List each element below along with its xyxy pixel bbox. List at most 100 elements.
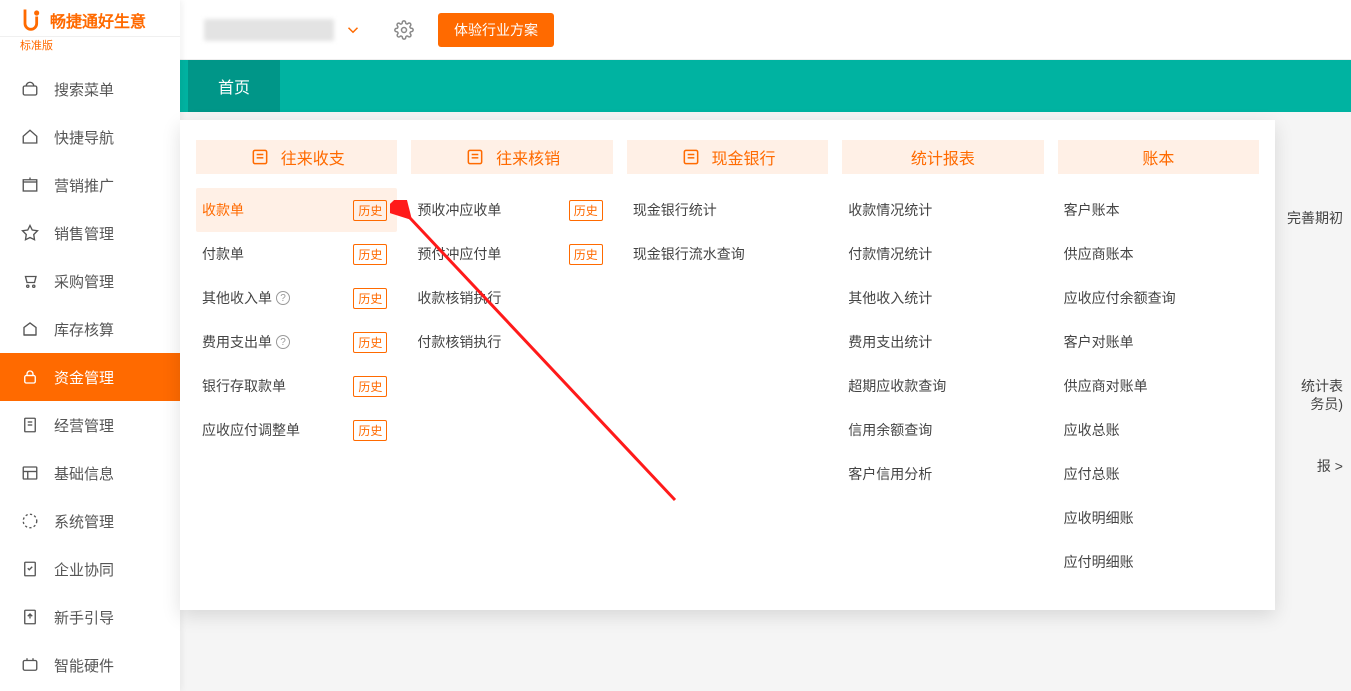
mega-column-header: 现金银行	[627, 140, 828, 174]
mega-menu-item[interactable]: 超期应收款查询	[842, 364, 1043, 408]
mega-menu-item[interactable]: 费用支出统计	[842, 320, 1043, 364]
mega-column-title: 往来核销	[496, 145, 560, 169]
history-tag[interactable]: 历史	[353, 332, 387, 353]
mega-menu-item[interactable]: 应收明细账	[1058, 496, 1259, 540]
sidebar-nav: 搜索菜单快捷导航营销推广销售管理采购管理库存核算资金管理经营管理基础信息系统管理…	[0, 59, 180, 689]
mega-menu-item[interactable]: 客户信用分析	[842, 452, 1043, 496]
mega-column: 现金银行现金银行统计现金银行流水查询	[627, 140, 828, 590]
nav-label: 新手引导	[54, 607, 114, 628]
mega-menu-item[interactable]: 客户账本	[1058, 188, 1259, 232]
mega-menu-item[interactable]: 应收总账	[1058, 408, 1259, 452]
mega-column-title: 现金银行	[712, 145, 776, 169]
nav-icon	[20, 559, 40, 579]
sidebar-item[interactable]: 新手引导	[0, 593, 180, 641]
sidebar-item[interactable]: 营销推广	[0, 161, 180, 209]
mega-item-label: 应收总账	[1064, 420, 1120, 440]
mega-menu-item[interactable]: 供应商账本	[1058, 232, 1259, 276]
mega-menu-item[interactable]: 预付冲应付单历史	[411, 232, 612, 276]
mega-item-label: 超期应收款查询	[848, 376, 946, 396]
mega-menu-item[interactable]: 应收应付余额查询	[1058, 276, 1259, 320]
mega-item-label: 费用支出单?	[202, 332, 290, 352]
mega-menu-item[interactable]: 信用余额查询	[842, 408, 1043, 452]
mega-column: 往来核销预收冲应收单历史预付冲应付单历史收款核销执行付款核销执行	[411, 140, 612, 590]
mega-menu-item[interactable]: 现金银行统计	[627, 188, 828, 232]
mega-column-header: 统计报表	[842, 140, 1043, 174]
sidebar-item[interactable]: 基础信息	[0, 449, 180, 497]
tab-home[interactable]: 首页	[188, 60, 280, 112]
mega-column: 往来收支收款单历史付款单历史其他收入单?历史费用支出单?历史银行存取款单历史应收…	[196, 140, 397, 590]
nav-icon	[20, 319, 40, 339]
mega-item-label: 客户对账单	[1064, 332, 1134, 352]
help-icon[interactable]: ?	[276, 291, 290, 305]
document-icon	[680, 146, 702, 168]
mega-menu-item[interactable]: 应收应付调整单历史	[196, 408, 397, 452]
sidebar-item[interactable]: 智能硬件	[0, 641, 180, 689]
sidebar-item[interactable]: 采购管理	[0, 257, 180, 305]
mega-menu-item[interactable]: 付款情况统计	[842, 232, 1043, 276]
mega-item-label: 付款核销执行	[417, 332, 501, 352]
mega-item-label: 客户信用分析	[848, 464, 932, 484]
mega-item-label: 预收冲应收单	[417, 200, 501, 220]
settings-button[interactable]	[392, 18, 416, 42]
mega-list: 现金银行统计现金银行流水查询	[627, 188, 828, 276]
mega-menu-item[interactable]: 收款情况统计	[842, 188, 1043, 232]
sidebar-item[interactable]: 库存核算	[0, 305, 180, 353]
history-tag[interactable]: 历史	[353, 288, 387, 309]
mega-menu-item[interactable]: 银行存取款单历史	[196, 364, 397, 408]
nav-label: 销售管理	[54, 223, 114, 244]
mega-item-label: 收款情况统计	[848, 200, 932, 220]
sidebar-item[interactable]: 搜索菜单	[0, 65, 180, 113]
nav-icon	[20, 415, 40, 435]
mega-item-label: 客户账本	[1064, 200, 1120, 220]
sidebar-item[interactable]: 企业协同	[0, 545, 180, 593]
sidebar-item[interactable]: 系统管理	[0, 497, 180, 545]
mega-item-label: 其他收入单?	[202, 288, 290, 308]
background-right-snippets: 完善期初 统计表 务员) 报 >	[1271, 118, 1351, 618]
mega-menu-item[interactable]: 客户对账单	[1058, 320, 1259, 364]
history-tag[interactable]: 历史	[569, 244, 603, 265]
mega-menu-item[interactable]: 供应商对账单	[1058, 364, 1259, 408]
mega-item-label: 收款核销执行	[417, 288, 501, 308]
nav-label: 基础信息	[54, 463, 114, 484]
mega-menu-item[interactable]: 收款单历史	[196, 188, 397, 232]
mega-item-label: 供应商对账单	[1064, 376, 1148, 396]
mega-menu-item[interactable]: 其他收入统计	[842, 276, 1043, 320]
history-tag[interactable]: 历史	[569, 200, 603, 221]
mega-column-header: 往来核销	[411, 140, 612, 174]
mega-item-label: 现金银行统计	[633, 200, 717, 220]
mega-menu-item[interactable]: 费用支出单? 历史	[196, 320, 397, 364]
nav-icon	[20, 367, 40, 387]
mega-column-title: 统计报表	[911, 145, 975, 169]
history-tag[interactable]: 历史	[353, 244, 387, 265]
mega-menu-item[interactable]: 其他收入单? 历史	[196, 276, 397, 320]
mega-column: 统计报表收款情况统计付款情况统计其他收入统计费用支出统计超期应收款查询信用余额查…	[842, 140, 1043, 590]
sidebar-item[interactable]: 经营管理	[0, 401, 180, 449]
document-icon	[464, 146, 486, 168]
sidebar-item[interactable]: 资金管理	[0, 353, 180, 401]
nav-icon	[20, 511, 40, 531]
mega-menu-item[interactable]: 应付总账	[1058, 452, 1259, 496]
mega-menu-item[interactable]: 预收冲应收单 历史	[411, 188, 612, 232]
history-tag[interactable]: 历史	[353, 376, 387, 397]
mega-column-header: 账本	[1058, 140, 1259, 174]
nav-label: 搜索菜单	[54, 79, 114, 100]
nav-icon	[20, 175, 40, 195]
help-icon[interactable]: ?	[276, 335, 290, 349]
sidebar-item[interactable]: 快捷导航	[0, 113, 180, 161]
mega-list: 预收冲应收单历史预付冲应付单历史收款核销执行付款核销执行	[411, 188, 612, 364]
history-tag[interactable]: 历史	[353, 420, 387, 441]
chevron-down-icon	[340, 17, 366, 43]
mega-menu-item[interactable]: 付款单历史	[196, 232, 397, 276]
org-selector[interactable]	[196, 13, 374, 47]
mega-menu-item[interactable]: 现金银行流水查询	[627, 232, 828, 276]
logo-area: 畅捷通好生意	[0, 0, 180, 37]
mega-menu-item[interactable]: 付款核销执行	[411, 320, 612, 364]
sidebar: 畅捷通好生意 标准版 搜索菜单快捷导航营销推广销售管理采购管理库存核算资金管理经…	[0, 0, 180, 691]
industry-plan-button[interactable]: 体验行业方案	[438, 13, 554, 47]
history-tag[interactable]: 历史	[353, 200, 387, 221]
mega-menu-item[interactable]: 应付明细账	[1058, 540, 1259, 584]
mega-item-label: 信用余额查询	[848, 420, 932, 440]
nav-icon	[20, 607, 40, 627]
mega-menu-item[interactable]: 收款核销执行	[411, 276, 612, 320]
sidebar-item[interactable]: 销售管理	[0, 209, 180, 257]
